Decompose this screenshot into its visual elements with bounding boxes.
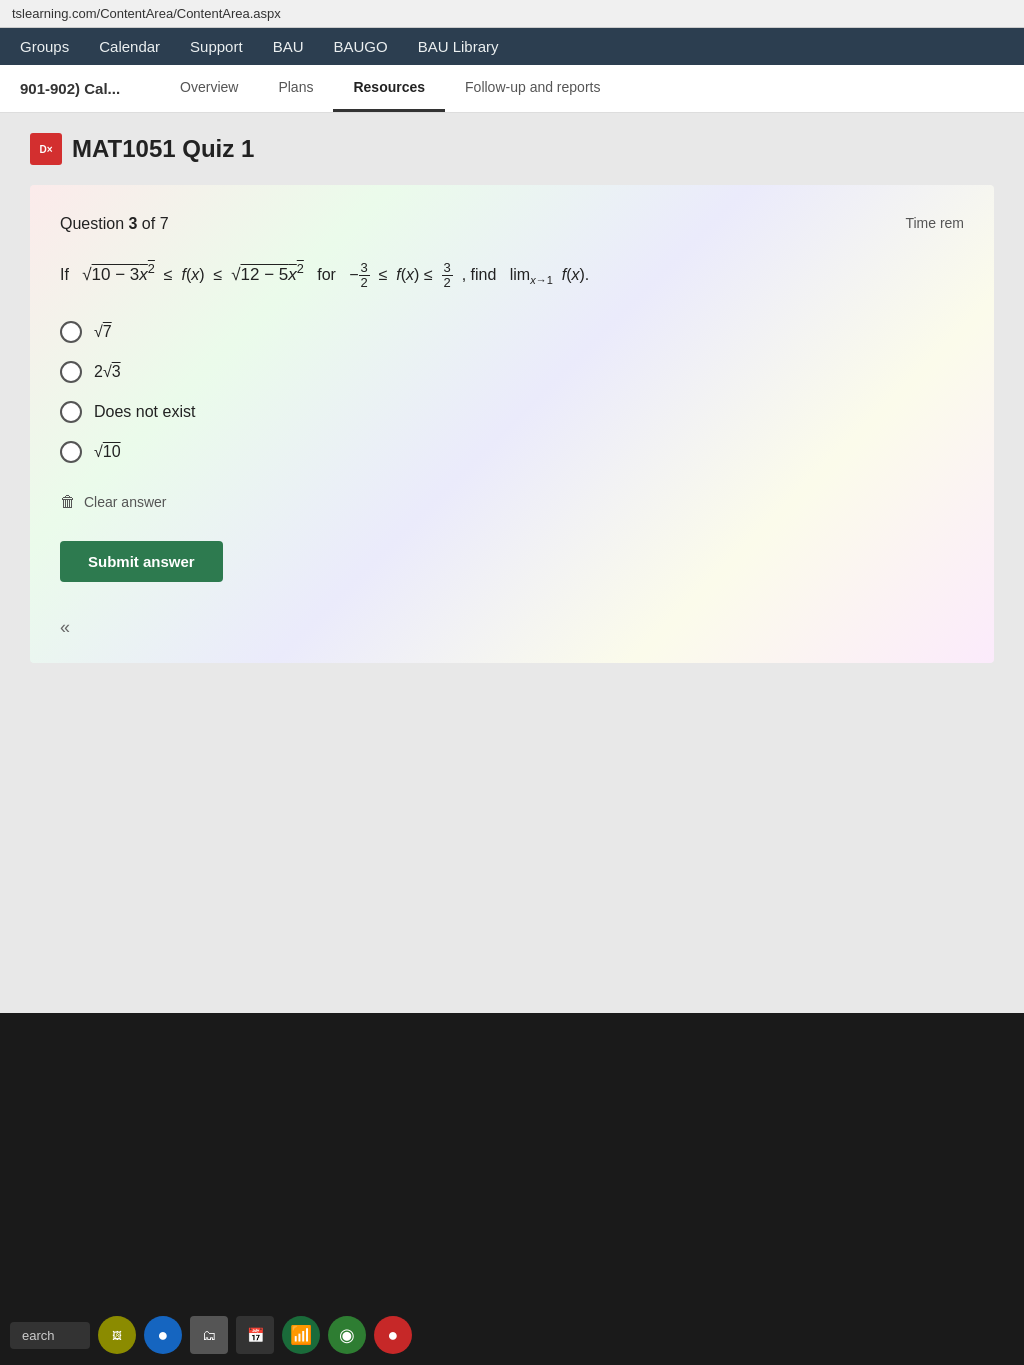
taskbar-icon-wifi[interactable]: 📶 — [282, 1316, 320, 1354]
tab-plans[interactable]: Plans — [258, 65, 333, 112]
option-2[interactable]: 2√3 — [60, 361, 964, 383]
radio-opt2[interactable] — [60, 361, 82, 383]
taskbar-icon-chrome[interactable]: ◉ — [328, 1316, 366, 1354]
options-list: √7 2√3 Does not exist √10 — [60, 321, 964, 463]
taskbar-icon-red[interactable]: ● — [374, 1316, 412, 1354]
nav-bau[interactable]: BAU — [273, 38, 304, 55]
radio-opt3[interactable] — [60, 401, 82, 423]
question-meta: Question 3 of 7 Time rem — [60, 215, 964, 233]
nav-support[interactable]: Support — [190, 38, 243, 55]
nav-baugo[interactable]: BAUGO — [333, 38, 387, 55]
quiz-header: D× MAT1051 Quiz 1 — [30, 133, 994, 165]
trash-icon: 🗑 — [60, 493, 76, 511]
taskbar-calendar-icon[interactable]: 📅 — [236, 1316, 274, 1354]
option-1-label: √7 — [94, 323, 112, 341]
quiz-icon: D× — [30, 133, 62, 165]
main-content: D× MAT1051 Quiz 1 Question 3 of 7 Time r… — [0, 113, 1024, 1013]
question-text: If √10 − 3x2 ≤ f(x) ≤ √12 − 5x2 for −32 … — [60, 258, 964, 291]
taskbar-edge-icon[interactable]: ● — [144, 1316, 182, 1354]
sub-nav: 901-902) Cal... Overview Plans Resources… — [0, 65, 1024, 113]
option-4[interactable]: √10 — [60, 441, 964, 463]
quiz-title: MAT1051 Quiz 1 — [72, 135, 254, 163]
option-3-label: Does not exist — [94, 403, 195, 421]
radio-opt1[interactable] — [60, 321, 82, 343]
clear-answer-button[interactable]: 🗑 Clear answer — [60, 493, 964, 511]
tab-resources[interactable]: Resources — [333, 65, 445, 112]
question-card: Question 3 of 7 Time rem If √10 − 3x2 ≤ … — [30, 185, 994, 663]
nav-groups[interactable]: Groups — [20, 38, 69, 55]
tab-followup[interactable]: Follow-up and reports — [445, 65, 620, 112]
tab-overview[interactable]: Overview — [160, 65, 258, 112]
radio-opt4[interactable] — [60, 441, 82, 463]
search-bar-text[interactable]: earch — [10, 1322, 90, 1349]
time-remaining: Time rem — [905, 215, 964, 231]
question-number: Question 3 of 7 — [60, 215, 169, 233]
url-text: tslearning.com/ContentArea/ContentArea.a… — [12, 6, 281, 21]
option-2-label: 2√3 — [94, 363, 121, 381]
option-1[interactable]: √7 — [60, 321, 964, 343]
option-4-label: √10 — [94, 443, 121, 461]
top-nav: Groups Calendar Support BAU BAUGO BAU Li… — [0, 28, 1024, 65]
browser-address-bar: tslearning.com/ContentArea/ContentArea.a… — [0, 0, 1024, 28]
clear-answer-label: Clear answer — [84, 494, 166, 510]
course-title: 901-902) Cal... — [20, 68, 140, 109]
taskbar-icon-1[interactable]: 🖼 — [98, 1316, 136, 1354]
option-3[interactable]: Does not exist — [60, 401, 964, 423]
submit-button[interactable]: Submit answer — [60, 541, 223, 582]
nav-bau-library[interactable]: BAU Library — [418, 38, 499, 55]
nav-calendar[interactable]: Calendar — [99, 38, 160, 55]
taskbar: earch 🖼 ● 🗂 📅 📶 ◉ ● — [0, 1305, 1024, 1365]
collapse-button[interactable]: « — [60, 617, 70, 638]
taskbar-files-icon[interactable]: 🗂 — [190, 1316, 228, 1354]
